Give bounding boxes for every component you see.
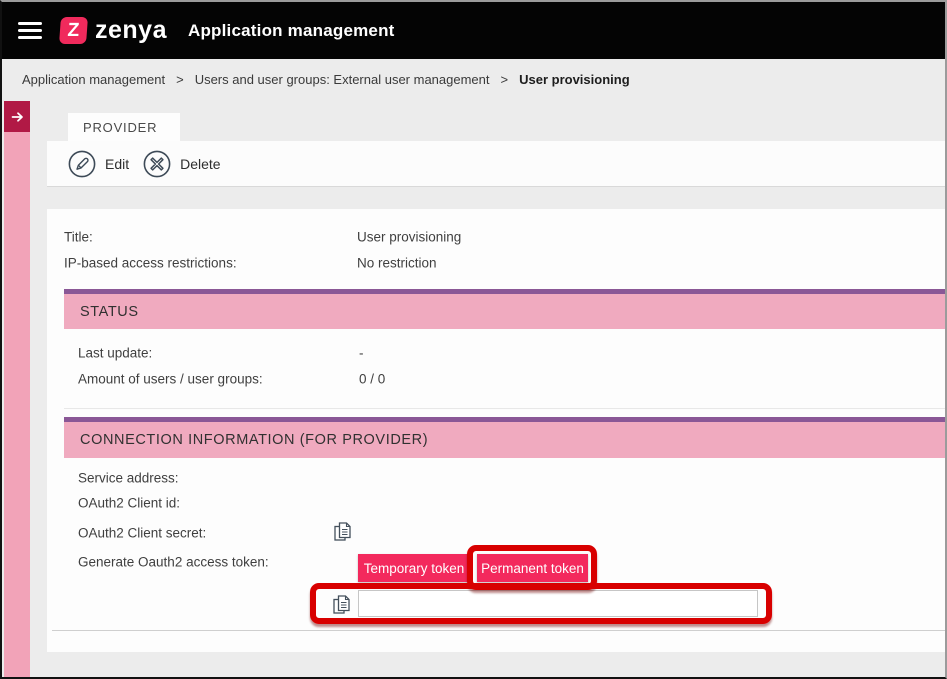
edit-button-label: Edit (105, 155, 130, 172)
app-header: Z zenya Application management (2, 2, 945, 59)
edit-button[interactable]: Edit (68, 150, 129, 178)
copy-token-button[interactable] (332, 594, 351, 616)
arrow-right-icon (11, 111, 23, 122)
breadcrumb: Application management > Users and user … (2, 59, 945, 99)
service-address-row: Service address: (47, 465, 945, 491)
user-amount-label: Amount of users / user groups: (78, 371, 263, 387)
oauth2-client-secret-row: OAuth2 Client secret: (47, 520, 945, 546)
copy-pages-icon (333, 595, 350, 614)
last-update-row: Last update: - (47, 340, 945, 366)
oauth2-client-id-row: OAuth2 Client id: (47, 490, 945, 516)
breadcrumb-item-application-management[interactable]: Application management (22, 72, 165, 87)
user-amount-row: Amount of users / user groups: 0 / 0 (47, 366, 945, 392)
last-update-value: - (359, 345, 364, 361)
temporary-token-button[interactable]: Temporary token (358, 554, 470, 582)
copy-pages-icon (334, 522, 351, 541)
breadcrumb-item-external-user-management[interactable]: Users and user groups: External user man… (195, 72, 490, 87)
breadcrumb-item-user-provisioning: User provisioning (519, 71, 630, 87)
toolbar: Edit Delete (47, 141, 945, 187)
sidebar-expand-button[interactable] (4, 101, 30, 132)
oauth2-client-secret-label: OAuth2 Client secret: (78, 525, 207, 541)
oauth2-client-id-label: OAuth2 Client id: (78, 495, 181, 511)
connection-section-title: CONNECTION INFORMATION (FOR PROVIDER) (80, 432, 429, 448)
delete-button-label: Delete (180, 155, 221, 172)
generate-token-label: Generate Oauth2 access token: (78, 554, 269, 570)
title-row: Title: User provisioning (47, 224, 945, 250)
delete-button[interactable]: Delete (143, 150, 221, 178)
breadcrumb-separator: > (176, 71, 184, 87)
cross-circle-icon (143, 150, 171, 177)
ip-restrictions-label: IP-based access restrictions: (64, 255, 237, 271)
breadcrumb-separator: > (500, 71, 509, 87)
section-divider (64, 408, 945, 409)
permanent-token-button[interactable]: Permanent token (477, 554, 588, 582)
ip-restrictions-value: No restriction (357, 255, 437, 271)
status-section-title: STATUS (80, 303, 139, 320)
tab-provider-label: PROVIDER (83, 119, 158, 135)
zenya-logo-icon[interactable]: Z (59, 17, 88, 44)
service-address-label: Service address: (78, 470, 179, 486)
application-window: Z zenya Application management Applicati… (0, 0, 947, 679)
connection-section-header: CONNECTION INFORMATION (FOR PROVIDER) (64, 422, 945, 458)
tab-provider[interactable]: PROVIDER (68, 113, 180, 141)
zenya-logo-letter: Z (66, 19, 81, 41)
provider-detail-panel: Title: User provisioning IP-based access… (47, 209, 945, 652)
user-amount-value: 0 / 0 (359, 371, 386, 387)
pencil-circle-icon (68, 150, 96, 177)
panel-bottom-divider (52, 630, 945, 631)
title-label: Title: (64, 229, 93, 245)
zenya-logo-text: zenya (95, 16, 167, 44)
title-value: User provisioning (357, 229, 462, 245)
status-section-header: STATUS (64, 294, 945, 329)
ip-restrictions-row: IP-based access restrictions: No restric… (47, 250, 945, 276)
page-title: Application management (187, 20, 395, 40)
menu-icon[interactable] (18, 22, 42, 39)
sidebar-strip (4, 101, 30, 677)
last-update-label: Last update: (78, 345, 153, 361)
token-output-field[interactable] (358, 590, 758, 617)
copy-client-secret-button[interactable] (333, 521, 352, 543)
